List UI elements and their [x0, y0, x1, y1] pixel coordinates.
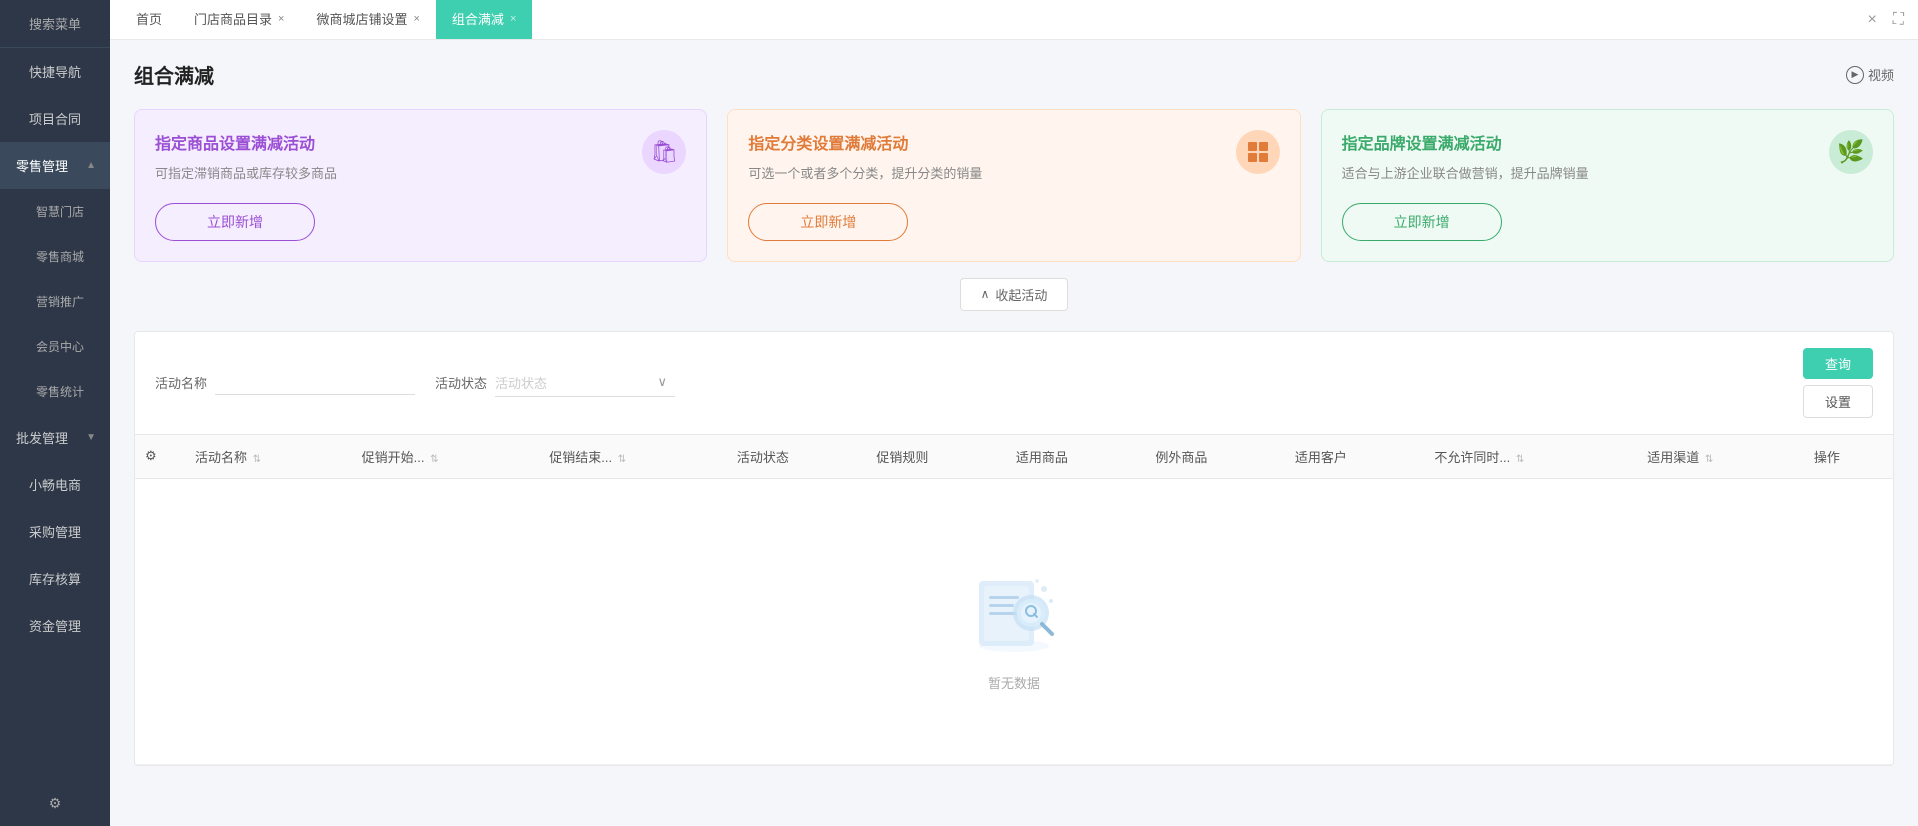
th-promo-rule: 促销规则 — [866, 435, 1006, 479]
close-tab-mini-store[interactable]: × — [413, 13, 419, 25]
filter-bar: 活动名称 活动状态 活动状态 ∨ 查询 设置 — [134, 331, 1894, 434]
sort-icon: ⇅ — [618, 454, 626, 465]
th-exception-goods: 例外商品 — [1145, 435, 1285, 479]
tab-home[interactable]: 首页 — [120, 0, 178, 39]
main-area: 首页 门店商品目录 × 微商城店铺设置 × 组合满减 × × ⛶ 组合满减 ▶ … — [110, 0, 1918, 826]
filter-actions: 查询 设置 — [1803, 348, 1873, 418]
sidebar-settings-button[interactable]: ⚙ — [0, 781, 110, 826]
sidebar-item-smart-store[interactable]: 智慧门店 — [0, 189, 110, 234]
empty-illustration — [959, 551, 1069, 661]
tab-bar: 首页 门店商品目录 × 微商城店铺设置 × 组合满减 × × ⛶ — [110, 0, 1918, 40]
play-icon: ▶ — [1846, 66, 1864, 84]
page-title: 组合满减 — [134, 60, 214, 89]
product-activity-card: 🛍 指定商品设置满减活动 可指定滞销商品或库存较多商品 立即新增 — [134, 109, 707, 262]
close-tab-store-catalog[interactable]: × — [278, 13, 284, 25]
sort-icon: ⇅ — [430, 454, 438, 465]
th-promo-start[interactable]: 促销开始... ⇅ — [352, 435, 540, 479]
chevron-up-icon: ∧ — [981, 287, 990, 301]
sidebar-item-ecommerce[interactable]: 小畅电商 — [0, 461, 110, 508]
th-operation: 操作 — [1804, 435, 1893, 479]
settings-button[interactable]: 设置 — [1803, 385, 1873, 418]
gear-icon: ⚙ — [49, 795, 62, 811]
activity-status-select[interactable]: 活动状态 ∨ — [495, 369, 675, 397]
sidebar-item-project-contract[interactable]: 项目合同 — [0, 95, 110, 142]
settings-icon: ⚙ — [145, 448, 157, 463]
category-card-title: 指定分类设置满减活动 — [748, 130, 1279, 154]
sidebar-item-procurement[interactable]: 采购管理 — [0, 508, 110, 555]
sidebar: 搜索菜单 快捷导航 项目合同 零售管理 ▲ 智慧门店 零售商城 营销推广 会员中… — [0, 0, 110, 826]
th-not-allow-same[interactable]: 不允许同时... ⇅ — [1424, 435, 1637, 479]
activity-cards: 🛍 指定商品设置满减活动 可指定滞销商品或库存较多商品 立即新增 指定分类设置满… — [134, 109, 1894, 262]
th-applicable-customer: 适用客户 — [1285, 435, 1425, 479]
chevron-down-icon: ▼ — [86, 432, 96, 443]
data-table-wrapper: ⚙ 活动名称 ⇅ 促销开始... ⇅ 促销结束... ⇅ — [134, 434, 1894, 766]
activity-name-filter: 活动名称 — [155, 371, 415, 395]
sort-icon: ⇅ — [1516, 454, 1524, 465]
empty-state: 暂无数据 — [145, 491, 1883, 752]
brand-card-desc: 适合与上游企业联合做营销，提升品牌销量 — [1342, 164, 1873, 185]
brand-card-icon: 🌿 — [1829, 130, 1873, 174]
th-applicable-channel[interactable]: 适用渠道 ⇅ — [1637, 435, 1804, 479]
sidebar-item-member-center[interactable]: 会员中心 — [0, 324, 110, 369]
th-promo-end[interactable]: 促销结束... ⇅ — [539, 435, 727, 479]
product-card-title: 指定商品设置满减活动 — [155, 130, 686, 154]
close-window-button[interactable]: × — [1863, 9, 1880, 31]
activity-name-input[interactable] — [215, 371, 415, 395]
brand-activity-card: 🌿 指定品牌设置满减活动 适合与上游企业联合做营销，提升品牌销量 立即新增 — [1321, 109, 1894, 262]
th-applicable-goods: 适用商品 — [1006, 435, 1146, 479]
activity-status-filter: 活动状态 活动状态 ∨ — [435, 369, 675, 397]
data-table: ⚙ 活动名称 ⇅ 促销开始... ⇅ 促销结束... ⇅ — [135, 435, 1893, 765]
tab-mini-store-settings[interactable]: 微商城店铺设置 × — [300, 0, 435, 39]
collapse-activities-button[interactable]: ∧ 收起活动 — [960, 278, 1069, 311]
page-header: 组合满减 ▶ 视频 — [134, 60, 1894, 89]
th-activity-status: 活动状态 — [727, 435, 867, 479]
product-card-desc: 可指定滞销商品或库存较多商品 — [155, 164, 686, 185]
chevron-up-icon: ▲ — [86, 160, 96, 171]
sort-icon: ⇅ — [1705, 454, 1713, 465]
product-card-icon: 🛍 — [642, 130, 686, 174]
sort-icon: ⇅ — [253, 454, 261, 465]
tab-combo-discount[interactable]: 组合满减 × — [436, 0, 532, 39]
page-content: 组合满减 ▶ 视频 🛍 指定商品设置满减活动 可指定滞销商品或库存较多商品 立即… — [110, 40, 1918, 826]
query-button[interactable]: 查询 — [1803, 348, 1873, 379]
table-header-row: ⚙ 活动名称 ⇅ 促销开始... ⇅ 促销结束... ⇅ — [135, 435, 1893, 479]
category-card-desc: 可选一个或者多个分类，提升分类的销量 — [748, 164, 1279, 185]
brand-card-title: 指定品牌设置满减活动 — [1342, 130, 1873, 154]
th-settings[interactable]: ⚙ — [135, 435, 185, 479]
empty-text: 暂无数据 — [988, 673, 1040, 692]
sidebar-item-inventory[interactable]: 库存核算 — [0, 555, 110, 602]
video-link[interactable]: ▶ 视频 — [1846, 65, 1894, 84]
chevron-down-icon: ∨ — [658, 374, 668, 390]
tab-store-catalog[interactable]: 门店商品目录 × — [178, 0, 300, 39]
activity-name-label: 活动名称 — [155, 373, 207, 392]
product-card-add-button[interactable]: 立即新增 — [155, 203, 315, 241]
empty-state-row: 暂无数据 — [135, 478, 1893, 764]
category-activity-card: 指定分类设置满减活动 可选一个或者多个分类，提升分类的销量 立即新增 — [727, 109, 1300, 262]
sidebar-item-marketing[interactable]: 营销推广 — [0, 279, 110, 324]
sidebar-search[interactable]: 搜索菜单 — [0, 0, 110, 48]
category-card-icon — [1236, 130, 1280, 174]
activity-status-label: 活动状态 — [435, 373, 487, 392]
sidebar-item-wholesale[interactable]: 批发管理 ▼ — [0, 414, 110, 461]
sidebar-item-retail-stats[interactable]: 零售统计 — [0, 369, 110, 414]
sidebar-item-quick-nav[interactable]: 快捷导航 — [0, 48, 110, 95]
category-card-add-button[interactable]: 立即新增 — [748, 203, 908, 241]
sidebar-item-retail-mall[interactable]: 零售商城 — [0, 234, 110, 279]
tab-window-actions: × ⛶ — [1863, 9, 1908, 31]
th-activity-name[interactable]: 活动名称 ⇅ — [185, 435, 352, 479]
collapse-bar: ∧ 收起活动 — [134, 278, 1894, 311]
brand-card-add-button[interactable]: 立即新增 — [1342, 203, 1502, 241]
close-tab-combo-discount[interactable]: × — [510, 13, 516, 25]
sidebar-item-retail-management[interactable]: 零售管理 ▲ — [0, 142, 110, 189]
sidebar-item-finance[interactable]: 资金管理 — [0, 602, 110, 649]
maximize-window-button[interactable]: ⛶ — [1889, 9, 1908, 31]
